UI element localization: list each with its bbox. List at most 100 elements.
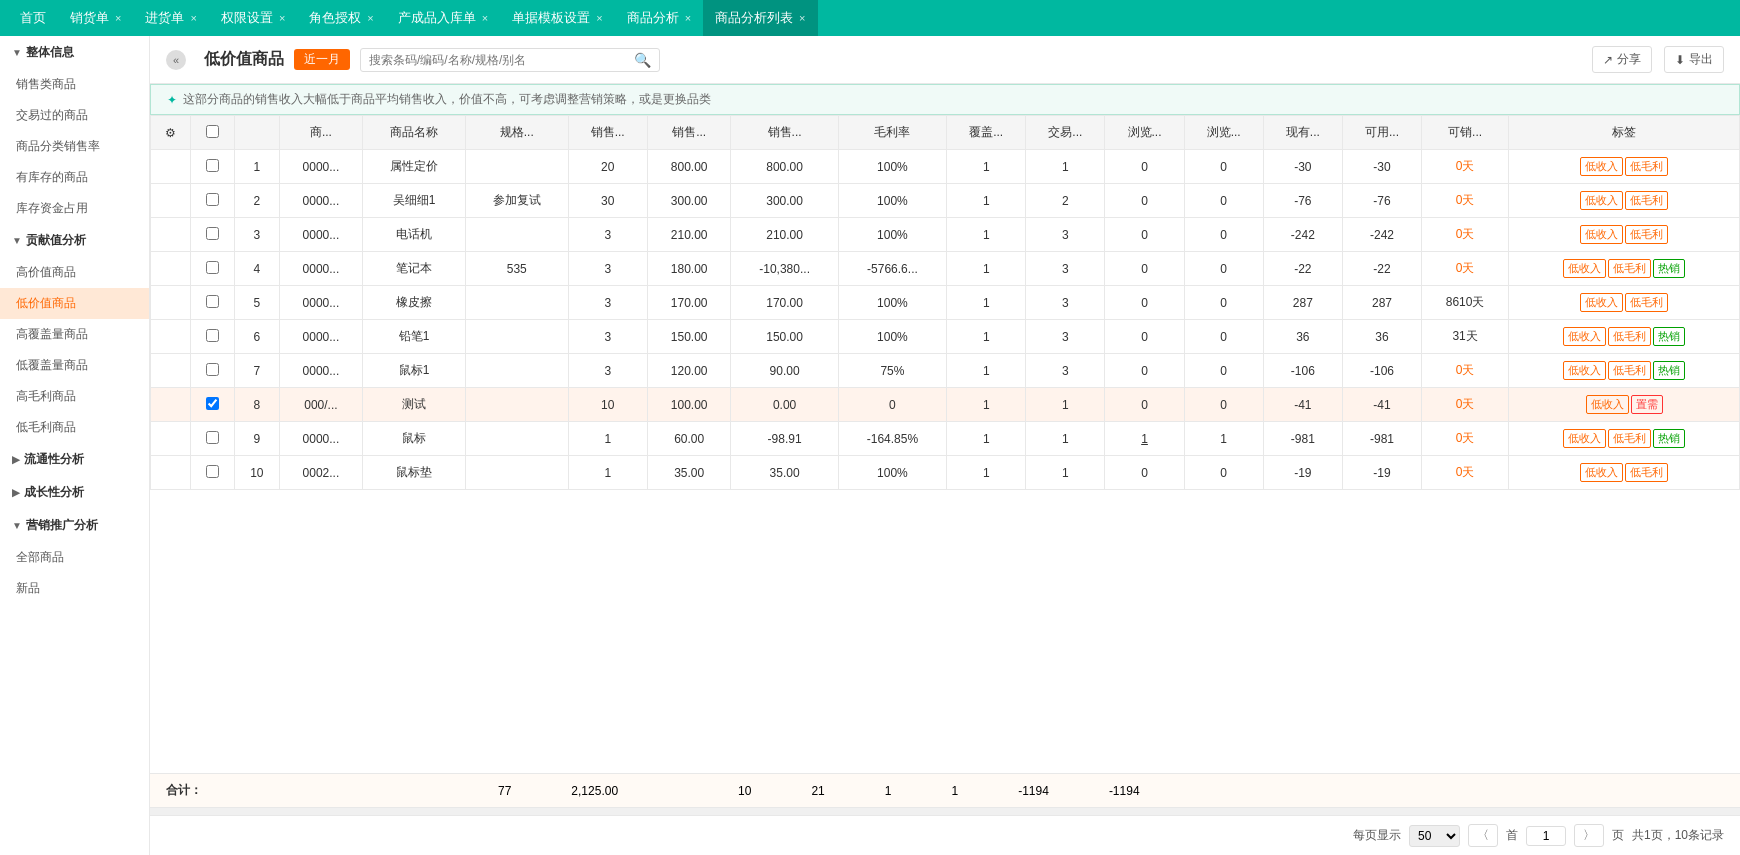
- col-stock-available[interactable]: 可用...: [1342, 116, 1421, 150]
- nav-purchase[interactable]: 进货单 ×: [133, 0, 208, 36]
- close-roles-icon[interactable]: ×: [367, 12, 373, 24]
- col-gross-rate[interactable]: 毛利率: [838, 116, 946, 150]
- export-btn[interactable]: ⬇ 导出: [1664, 46, 1724, 73]
- search-icon[interactable]: 🔍: [634, 52, 651, 68]
- row-checkbox[interactable]: [206, 431, 219, 444]
- sidebar-item-stock-capital[interactable]: 库存资金占用: [0, 193, 149, 224]
- close-products-icon[interactable]: ×: [482, 12, 488, 24]
- cell-browse1[interactable]: 0: [1105, 184, 1184, 218]
- select-all-checkbox[interactable]: [206, 125, 219, 138]
- sidebar-item-high-margin[interactable]: 高毛利商品: [0, 381, 149, 412]
- browse1-link[interactable]: 0: [1141, 160, 1148, 174]
- col-tags[interactable]: 标签: [1509, 116, 1740, 150]
- nav-template[interactable]: 单据模板设置 ×: [500, 0, 614, 36]
- sidebar-item-low-value[interactable]: 低价值商品: [0, 288, 149, 319]
- sidebar-item-low-coverage[interactable]: 低覆盖量商品: [0, 350, 149, 381]
- col-stock-current[interactable]: 现有...: [1263, 116, 1342, 150]
- row-checkbox[interactable]: [206, 159, 219, 172]
- close-analysis-icon[interactable]: ×: [685, 12, 691, 24]
- cell-checkbox[interactable]: [191, 388, 235, 422]
- col-coverage[interactable]: 覆盖...: [947, 116, 1026, 150]
- col-checkbox[interactable]: [191, 116, 235, 150]
- browse1-link[interactable]: 1: [1141, 432, 1148, 446]
- nav-analysis-list[interactable]: 商品分析列表 ×: [703, 0, 817, 36]
- cell-browse1[interactable]: 0: [1105, 286, 1184, 320]
- cell-checkbox[interactable]: [191, 320, 235, 354]
- sidebar-item-traded[interactable]: 交易过的商品: [0, 100, 149, 131]
- col-name[interactable]: 商品名称: [363, 116, 466, 150]
- nav-permissions[interactable]: 权限设置 ×: [209, 0, 297, 36]
- col-spec[interactable]: 规格...: [465, 116, 568, 150]
- sidebar-item-high-coverage[interactable]: 高覆盖量商品: [0, 319, 149, 350]
- cell-browse1[interactable]: 0: [1105, 252, 1184, 286]
- sidebar-item-new-goods[interactable]: 新品: [0, 573, 149, 604]
- nav-analysis[interactable]: 商品分析 ×: [615, 0, 703, 36]
- sidebar-item-sales-goods[interactable]: 销售类商品: [0, 69, 149, 100]
- col-settings[interactable]: ⚙: [151, 116, 191, 150]
- sidebar-group-growth[interactable]: ▶ 成长性分析: [0, 476, 149, 509]
- last-page-btn[interactable]: 〉: [1574, 824, 1604, 847]
- browse1-link[interactable]: 0: [1141, 262, 1148, 276]
- col-sale-profit[interactable]: 销售...: [731, 116, 838, 150]
- close-sales-icon[interactable]: ×: [115, 12, 121, 24]
- search-input[interactable]: [369, 53, 634, 67]
- col-code[interactable]: 商...: [279, 116, 363, 150]
- close-purchase-icon[interactable]: ×: [190, 12, 196, 24]
- row-checkbox[interactable]: [206, 261, 219, 274]
- col-browse1[interactable]: 浏览...: [1105, 116, 1184, 150]
- col-browse2[interactable]: 浏览...: [1184, 116, 1263, 150]
- cell-browse1[interactable]: 0: [1105, 354, 1184, 388]
- cell-browse1[interactable]: 0: [1105, 388, 1184, 422]
- sidebar-group-overview[interactable]: ▼ 整体信息: [0, 36, 149, 69]
- row-checkbox[interactable]: [206, 465, 219, 478]
- browse1-link[interactable]: 0: [1141, 228, 1148, 242]
- browse1-link[interactable]: 0: [1141, 398, 1148, 412]
- browse1-link[interactable]: 0: [1141, 296, 1148, 310]
- sidebar-group-circulation[interactable]: ▶ 流通性分析: [0, 443, 149, 476]
- sidebar-group-contribution[interactable]: ▼ 贡献值分析: [0, 224, 149, 257]
- cell-browse1[interactable]: 0: [1105, 456, 1184, 490]
- filter-recent-month-btn[interactable]: 近一月: [294, 49, 350, 70]
- col-trade[interactable]: 交易...: [1026, 116, 1105, 150]
- nav-products[interactable]: 产成品入库单 ×: [386, 0, 500, 36]
- cell-checkbox[interactable]: [191, 422, 235, 456]
- sidebar-item-with-stock[interactable]: 有库存的商品: [0, 162, 149, 193]
- cell-checkbox[interactable]: [191, 354, 235, 388]
- sidebar-item-all-goods[interactable]: 全部商品: [0, 542, 149, 573]
- table-scroll-bar[interactable]: [150, 807, 1740, 815]
- sidebar-item-low-margin[interactable]: 低毛利商品: [0, 412, 149, 443]
- cell-checkbox[interactable]: [191, 456, 235, 490]
- first-page-btn[interactable]: 〈: [1468, 824, 1498, 847]
- cell-checkbox[interactable]: [191, 252, 235, 286]
- cell-browse1[interactable]: 0: [1105, 218, 1184, 252]
- row-checkbox[interactable]: [206, 329, 219, 342]
- cell-checkbox[interactable]: [191, 150, 235, 184]
- cell-browse1[interactable]: 0: [1105, 320, 1184, 354]
- browse1-link[interactable]: 0: [1141, 194, 1148, 208]
- col-sale-qty[interactable]: 销售...: [568, 116, 647, 150]
- row-checkbox[interactable]: [206, 193, 219, 206]
- nav-roles[interactable]: 角色授权 ×: [297, 0, 385, 36]
- per-page-select[interactable]: 50 100: [1409, 825, 1460, 847]
- nav-sales[interactable]: 销货单 ×: [58, 0, 133, 36]
- cell-checkbox[interactable]: [191, 286, 235, 320]
- close-permissions-icon[interactable]: ×: [279, 12, 285, 24]
- browse1-link[interactable]: 0: [1141, 330, 1148, 344]
- row-checkbox[interactable]: [206, 397, 219, 410]
- cell-browse1[interactable]: 1: [1105, 422, 1184, 456]
- row-checkbox[interactable]: [206, 363, 219, 376]
- sidebar-item-high-value[interactable]: 高价值商品: [0, 257, 149, 288]
- col-sale-amount[interactable]: 销售...: [647, 116, 731, 150]
- collapse-btn[interactable]: «: [166, 50, 186, 70]
- row-checkbox[interactable]: [206, 227, 219, 240]
- col-stock-saleable[interactable]: 可销...: [1422, 116, 1509, 150]
- browse1-link[interactable]: 0: [1141, 466, 1148, 480]
- cell-checkbox[interactable]: [191, 184, 235, 218]
- nav-home[interactable]: 首页: [8, 0, 58, 36]
- sidebar-group-marketing[interactable]: ▼ 营销推广分析: [0, 509, 149, 542]
- row-checkbox[interactable]: [206, 295, 219, 308]
- browse1-link[interactable]: 0: [1141, 364, 1148, 378]
- page-number-input[interactable]: [1526, 826, 1566, 846]
- close-analysis-list-icon[interactable]: ×: [799, 12, 805, 24]
- cell-browse1[interactable]: 0: [1105, 150, 1184, 184]
